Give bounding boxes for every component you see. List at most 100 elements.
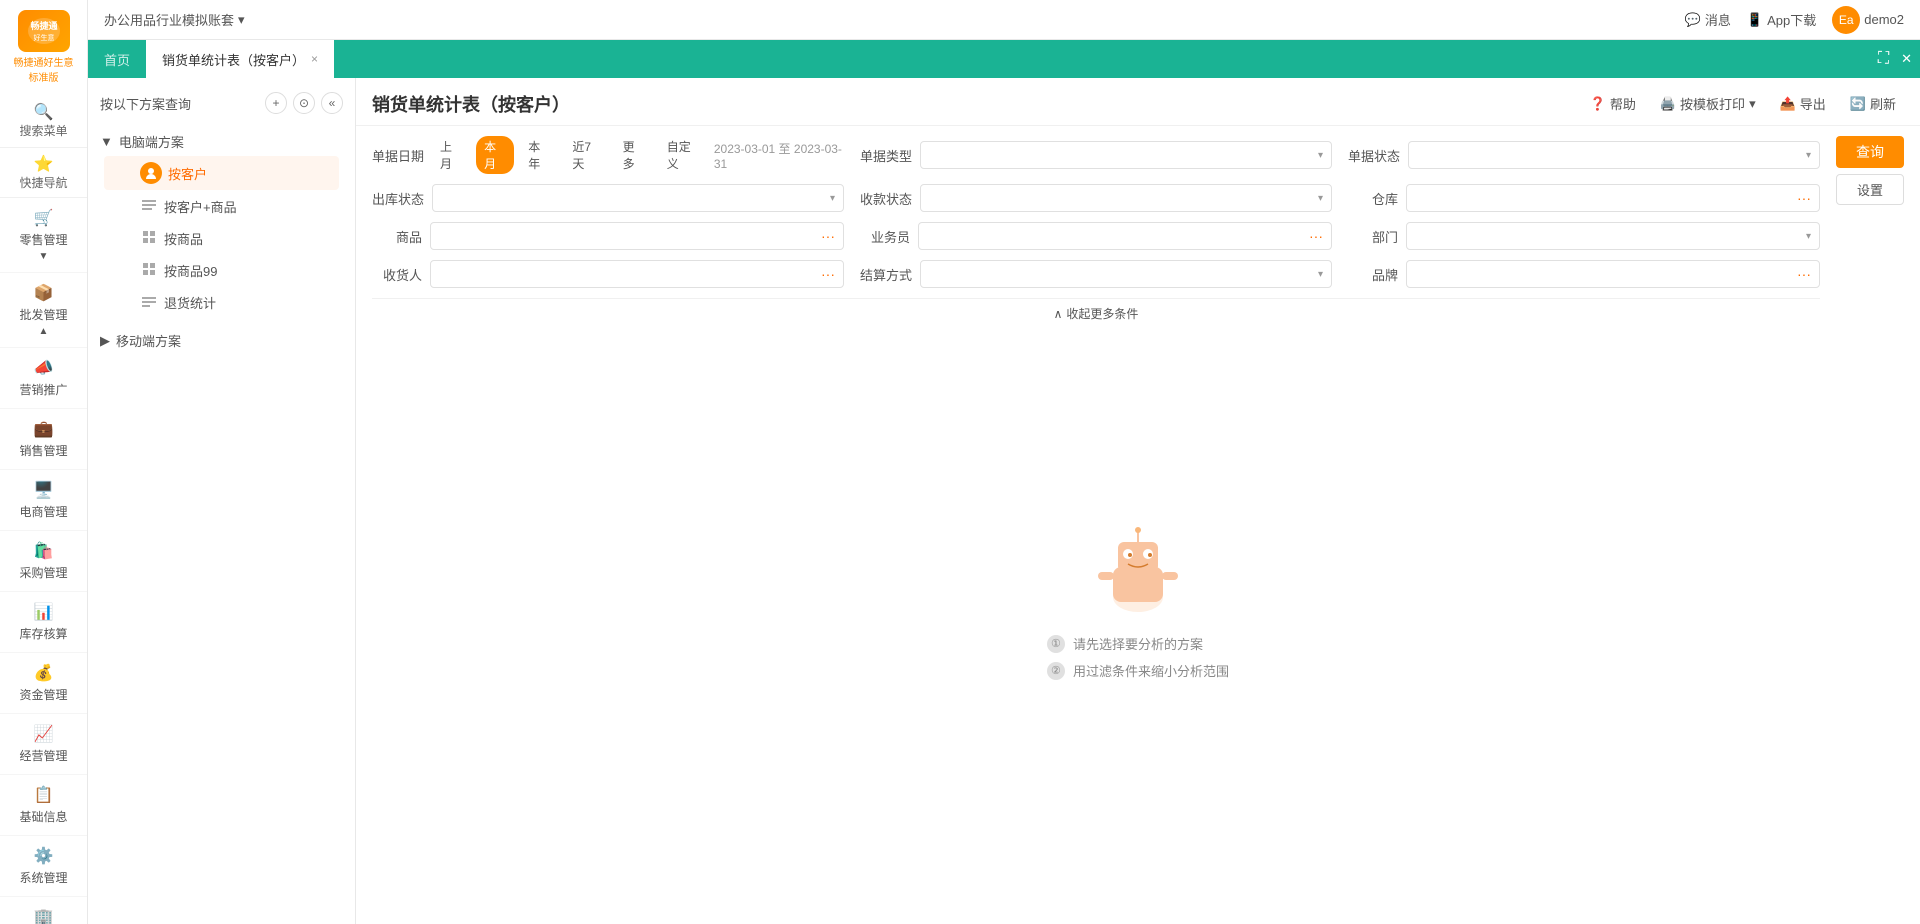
order-status-chevron: ▾ <box>1806 150 1811 161</box>
payment-status-select[interactable]: ▾ <box>920 184 1332 212</box>
settlement-select[interactable]: ▾ <box>920 260 1332 288</box>
order-type-label: 单据类型 <box>860 146 912 165</box>
collapse-btn[interactable]: ∧ 收起更多条件 <box>372 298 1820 328</box>
tab-close-icon[interactable]: × <box>311 52 318 66</box>
scheme-item-goods99[interactable]: 按商品99 <box>104 255 339 286</box>
avatar: Ea <box>1832 6 1860 34</box>
desktop-group-label: 电脑端方案 <box>119 132 184 151</box>
header-left: 办公用品行业模拟账套 ▾ <box>104 10 245 29</box>
date-group: 上月 本月 本年 近7天 更多 自定义 2023-03-01 至 2023-03… <box>432 136 844 174</box>
scheme-item-customer-goods[interactable]: 按客户+商品 <box>104 191 339 222</box>
settlement-label: 结算方式 <box>860 265 912 284</box>
sidebar-item-retail[interactable]: 🛒 零售管理 ▼ <box>0 198 87 273</box>
goods-dots[interactable]: ··· <box>821 228 835 244</box>
query-btn[interactable]: 查询 <box>1836 136 1904 168</box>
department-select[interactable]: ▾ <box>1406 222 1820 250</box>
filter-row-4: 收货人 ··· 结算方式 ▾ <box>372 260 1820 288</box>
mobile-group-header[interactable]: ▶ 移动端方案 <box>100 327 343 354</box>
date-last-7days[interactable]: 近7天 <box>564 136 608 174</box>
user-profile[interactable]: Ea demo2 <box>1832 6 1904 34</box>
desktop-group-header[interactable]: ▼ 电脑端方案 <box>100 128 343 155</box>
phone-icon: 📱 <box>1747 12 1763 28</box>
setting-btn[interactable]: 设置 <box>1836 174 1904 205</box>
page-title: 销货单统计表（按客户） <box>372 91 570 117</box>
sidebar-search-item[interactable]: 🔍 搜索菜单 <box>0 94 87 148</box>
filter-department: 部门 ▾ <box>1348 222 1820 250</box>
filter-order-status: 单据状态 ▾ <box>1348 141 1820 169</box>
maximize-btn[interactable]: ⛶ <box>1878 50 1889 68</box>
receiver-input[interactable]: ··· <box>430 260 844 288</box>
sidebar-item-ecommerce[interactable]: 🖥️ 电商管理 <box>0 470 87 531</box>
collapse-panel-btn[interactable]: « <box>321 92 343 114</box>
filter-row-3: 商品 ··· 业务员 ··· <box>372 222 1820 250</box>
sidebar-logo[interactable]: 畅捷通 好生意 畅捷通好生意 标准版 <box>0 0 87 94</box>
sidebar-logo-text: 畅捷通好生意 标准版 <box>8 54 79 84</box>
tab-home[interactable]: 首页 <box>88 40 146 78</box>
sidebar-item-finance[interactable]: 💰 资金管理 <box>0 653 87 714</box>
sidebar-item-enterprise[interactable]: 🏢 企业协同 <box>0 897 87 924</box>
salesperson-input[interactable]: ··· <box>918 222 1332 250</box>
sidebar-item-operations[interactable]: 📈 经营管理 <box>0 714 87 775</box>
brand-dots[interactable]: ··· <box>1797 266 1811 282</box>
filter-warehouse: 仓库 ··· <box>1348 184 1820 212</box>
receiver-dots[interactable]: ··· <box>821 266 835 282</box>
sidebar-item-sales[interactable]: 💼 销售管理 <box>0 409 87 470</box>
svg-text:好生意: 好生意 <box>33 33 54 42</box>
main-area: 办公用品行业模拟账套 ▾ 💬 消息 📱 App下载 Ea demo2 首页 <box>88 0 1920 924</box>
date-this-year[interactable]: 本年 <box>520 136 558 174</box>
scheme-item-customer[interactable]: 按客户 <box>104 156 339 190</box>
date-custom[interactable]: 自定义 <box>659 136 708 174</box>
sidebar-item-inventory[interactable]: 📊 库存核算 <box>0 592 87 653</box>
industry-selector[interactable]: 办公用品行业模拟账套 ▾ <box>104 10 245 29</box>
brand-input[interactable]: ··· <box>1406 260 1820 288</box>
right-panel: 销货单统计表（按客户） ❓ 帮助 🖨️ 按模板打印 ▾ 📤 导出 <box>356 78 1920 924</box>
active-tab-label: 销货单统计表（按客户） <box>162 50 305 69</box>
sidebar-item-purchase[interactable]: 🛍️ 采购管理 <box>0 531 87 592</box>
settlement-chevron: ▾ <box>1318 269 1323 280</box>
scheme-item-goods[interactable]: 按商品 <box>104 223 339 254</box>
filter-row-1: 单据日期 上月 本月 本年 近7天 更多 自定义 2023-03-01 至 20… <box>372 136 1820 174</box>
retail-icon: 🛒 <box>34 208 54 228</box>
filter-payment-status: 收款状态 ▾ <box>860 184 1332 212</box>
date-this-month[interactable]: 本月 <box>476 136 514 174</box>
warehouse-dots[interactable]: ··· <box>1797 190 1811 206</box>
stock-status-label: 出库状态 <box>372 189 424 208</box>
help-icon: ❓ <box>1590 96 1606 112</box>
help-btn[interactable]: ❓ 帮助 <box>1582 90 1644 117</box>
tip-num-1: ① <box>1047 635 1065 653</box>
ecommerce-icon: 🖥️ <box>34 480 54 500</box>
export-btn[interactable]: 📤 导出 <box>1772 90 1834 117</box>
filter-brand: 品牌 ··· <box>1348 260 1820 288</box>
department-chevron: ▾ <box>1806 231 1811 242</box>
date-more[interactable]: 更多 <box>615 136 653 174</box>
filter-order-type: 单据类型 ▾ <box>860 141 1332 169</box>
scheme-customer-label: 按客户 <box>168 164 207 183</box>
message-btn[interactable]: 💬 消息 <box>1685 10 1731 29</box>
edit-scheme-btn[interactable]: ⊙ <box>293 92 315 114</box>
warehouse-input[interactable]: ··· <box>1406 184 1820 212</box>
sidebar-item-marketing[interactable]: 📣 营销推广 <box>0 348 87 409</box>
sidebar-item-system[interactable]: ⚙️ 系统管理 <box>0 836 87 897</box>
app-download-btn[interactable]: 📱 App下载 <box>1747 10 1816 29</box>
print-dropdown-icon: ▾ <box>1749 96 1756 112</box>
add-scheme-btn[interactable]: + <box>265 92 287 114</box>
stock-status-select[interactable]: ▾ <box>432 184 844 212</box>
date-last-month[interactable]: 上月 <box>432 136 470 174</box>
tab-close-btn[interactable]: ✕ <box>1901 51 1912 67</box>
order-type-select[interactable]: ▾ <box>920 141 1332 169</box>
sales-icon: 💼 <box>34 419 54 439</box>
tab-sales-report[interactable]: 销货单统计表（按客户） × <box>146 40 334 78</box>
sidebar-item-wholesale[interactable]: 📦 批发管理 ▲ <box>0 273 87 348</box>
print-btn[interactable]: 🖨️ 按模板打印 ▾ <box>1652 90 1764 117</box>
scheme-section: ▼ 电脑端方案 按客户 按客户+商品 <box>88 120 355 362</box>
order-status-select[interactable]: ▾ <box>1408 141 1820 169</box>
scheme-item-return[interactable]: 退货统计 <box>104 287 339 318</box>
refresh-btn[interactable]: 🔄 刷新 <box>1842 90 1904 117</box>
industry-label: 办公用品行业模拟账套 <box>104 10 234 29</box>
filter-settlement: 结算方式 ▾ <box>860 260 1332 288</box>
goods-input[interactable]: ··· <box>430 222 844 250</box>
sidebar-item-basic[interactable]: 📋 基础信息 <box>0 775 87 836</box>
filter-wrapper: 单据日期 上月 本月 本年 近7天 更多 自定义 2023-03-01 至 20… <box>356 126 1920 338</box>
sidebar-nav-item[interactable]: ⭐ 快捷导航 <box>0 148 87 198</box>
salesperson-dots[interactable]: ··· <box>1309 228 1323 244</box>
